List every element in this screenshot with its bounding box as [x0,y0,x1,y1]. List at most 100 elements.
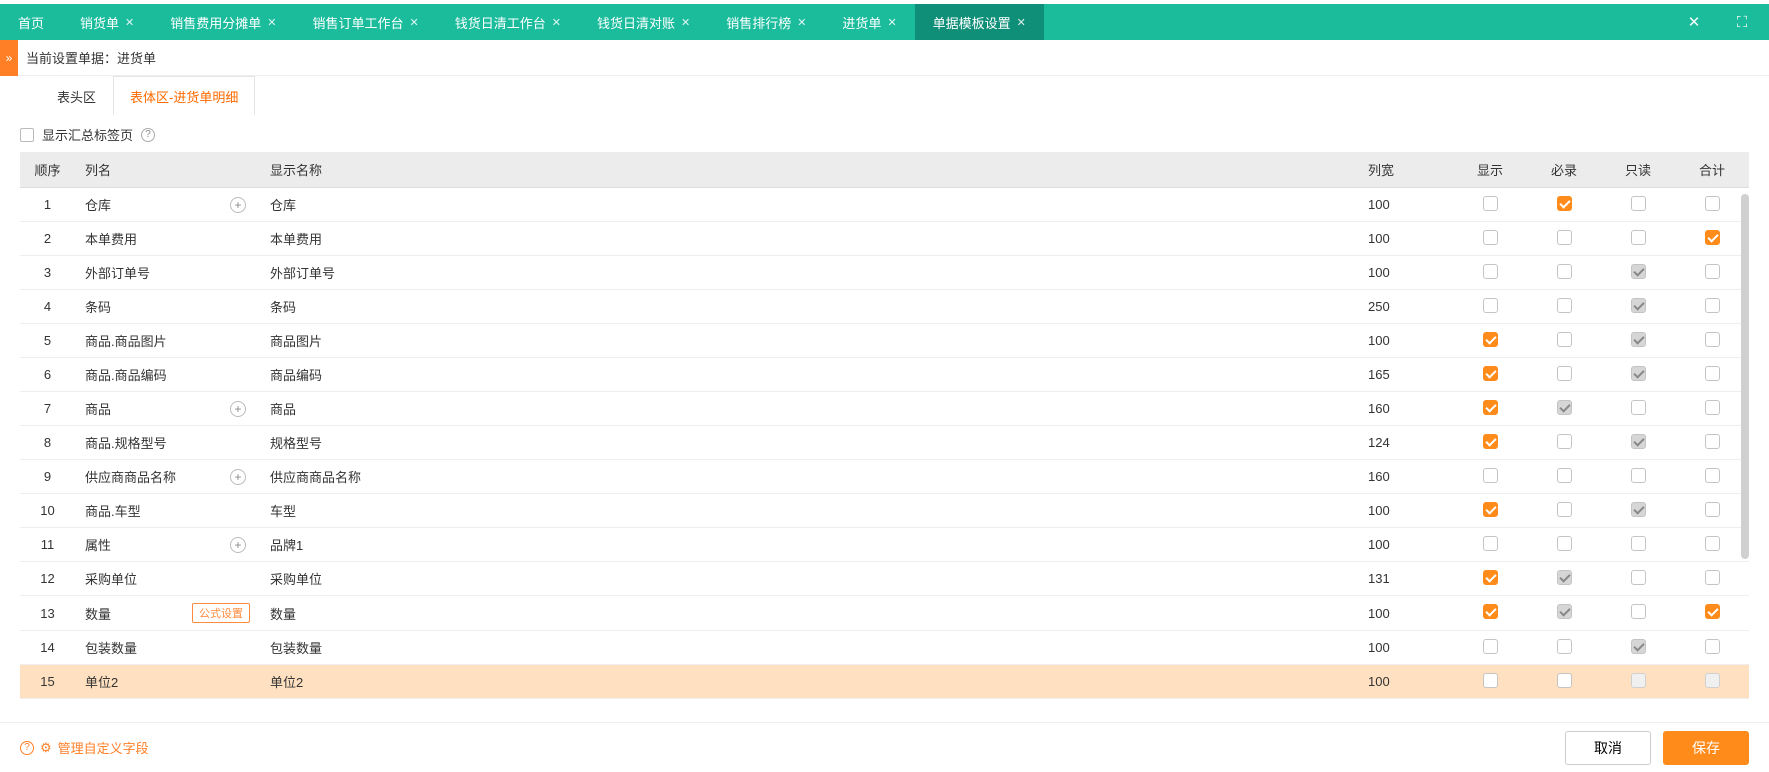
formula-button[interactable]: 公式设置 [192,603,250,623]
tab-销货单[interactable]: 销货单✕ [62,4,152,40]
checkbox[interactable] [1483,332,1498,347]
cell-width[interactable]: 160 [1358,460,1453,494]
checkbox[interactable] [1631,570,1646,585]
cell-width[interactable]: 250 [1358,290,1453,324]
tab-close-icon[interactable]: ✕ [267,16,276,29]
cell-display-name[interactable]: 商品图片 [260,324,1358,358]
cell-width[interactable]: 100 [1358,665,1453,699]
checkbox[interactable] [1705,230,1720,245]
table-row[interactable]: 14包装数量包装数量100 [20,631,1749,665]
cell-display-name[interactable]: 外部订单号 [260,256,1358,290]
cell-width[interactable]: 131 [1358,562,1453,596]
checkbox[interactable] [1705,264,1720,279]
tab-close-icon[interactable]: ✕ [681,16,690,29]
table-row[interactable]: 7商品+商品160 [20,392,1749,426]
cell-width[interactable]: 100 [1358,188,1453,222]
table-row[interactable]: 11属性+品牌1100 [20,528,1749,562]
cell-display-name[interactable]: 供应商商品名称 [260,460,1358,494]
cell-width[interactable]: 100 [1358,494,1453,528]
cell-width[interactable]: 165 [1358,358,1453,392]
cell-display-name[interactable]: 商品编码 [260,358,1358,392]
collapse-toggle-icon[interactable]: » [0,40,18,76]
tab-close-icon[interactable]: ✕ [797,16,806,29]
checkbox[interactable] [1483,570,1498,585]
checkbox[interactable] [1631,604,1646,619]
checkbox[interactable] [1705,468,1720,483]
expand-icon[interactable]: + [230,197,246,213]
tab-close-icon[interactable]: ✕ [552,16,561,29]
checkbox[interactable] [1631,196,1646,211]
cell-display-name[interactable]: 数量 [260,596,1358,631]
cell-display-name[interactable]: 单位2 [260,665,1358,699]
cell-display-name[interactable]: 包装数量 [260,631,1358,665]
cell-display-name[interactable]: 仓库 [260,188,1358,222]
tab-钱货日清对账[interactable]: 钱货日清对账✕ [579,4,708,40]
tab-首页[interactable]: 首页 [0,4,62,40]
checkbox[interactable] [1483,400,1498,415]
checkbox[interactable] [1705,366,1720,381]
checkbox[interactable] [1705,332,1720,347]
cell-display-name[interactable]: 车型 [260,494,1358,528]
checkbox[interactable] [1557,196,1572,211]
help-icon[interactable]: ? [141,128,155,142]
expand-icon[interactable]: + [230,469,246,485]
cell-width[interactable]: 160 [1358,392,1453,426]
checkbox[interactable] [1705,639,1720,654]
cell-width[interactable]: 100 [1358,631,1453,665]
fullscreen-icon[interactable]: ⛶ [1723,4,1761,40]
cell-display-name[interactable]: 商品 [260,392,1358,426]
checkbox[interactable] [1557,639,1572,654]
checkbox[interactable] [1483,366,1498,381]
checkbox[interactable] [1705,570,1720,585]
checkbox[interactable] [1483,230,1498,245]
tab-钱货日清工作台[interactable]: 钱货日清工作台✕ [437,4,579,40]
checkbox[interactable] [1483,468,1498,483]
table-row[interactable]: 1仓库+仓库100 [20,188,1749,222]
cell-width[interactable]: 100 [1358,222,1453,256]
checkbox[interactable] [1705,536,1720,551]
checkbox[interactable] [1557,673,1572,688]
sub-tab[interactable]: 表体区-进货单明细 [113,76,255,115]
table-row[interactable]: 10商品.车型车型100 [20,494,1749,528]
expand-icon[interactable]: + [230,401,246,417]
checkbox[interactable] [1705,434,1720,449]
checkbox[interactable] [1557,434,1572,449]
cell-display-name[interactable]: 条码 [260,290,1358,324]
table-row[interactable]: 15单位2单位2100 [20,665,1749,699]
vertical-scrollbar[interactable] [1741,194,1749,716]
table-row[interactable]: 4条码条码250 [20,290,1749,324]
tab-销售排行榜[interactable]: 销售排行榜✕ [708,4,824,40]
cell-width[interactable]: 100 [1358,528,1453,562]
tab-销售费用分摊单[interactable]: 销售费用分摊单✕ [152,4,294,40]
table-row[interactable]: 5商品.商品图片商品图片100 [20,324,1749,358]
cancel-button[interactable]: 取消 [1565,731,1651,765]
checkbox[interactable] [1557,298,1572,313]
tab-close-icon[interactable]: ✕ [887,16,896,29]
table-row[interactable]: 12采购单位采购单位131 [20,562,1749,596]
cell-width[interactable]: 100 [1358,324,1453,358]
cell-display-name[interactable]: 品牌1 [260,528,1358,562]
table-row[interactable]: 3外部订单号外部订单号100 [20,256,1749,290]
checkbox[interactable] [1631,400,1646,415]
tab-close-icon[interactable]: ✕ [1017,16,1026,29]
checkbox[interactable] [1557,230,1572,245]
table-row[interactable]: 2本单费用本单费用100 [20,222,1749,256]
cell-width[interactable]: 124 [1358,426,1453,460]
tab-close-icon[interactable]: ✕ [410,16,419,29]
table-row[interactable]: 6商品.商品编码商品编码165 [20,358,1749,392]
checkbox[interactable] [1631,468,1646,483]
checkbox[interactable] [1557,536,1572,551]
table-row[interactable]: 13数量公式设置数量100 [20,596,1749,631]
cell-display-name[interactable]: 本单费用 [260,222,1358,256]
checkbox[interactable] [1557,502,1572,517]
tab-close-icon[interactable]: ✕ [125,16,134,29]
expand-icon[interactable]: + [230,537,246,553]
checkbox[interactable] [1705,196,1720,211]
checkbox[interactable] [1483,264,1498,279]
summary-checkbox[interactable] [20,128,34,142]
checkbox[interactable] [1557,332,1572,347]
table-row[interactable]: 8商品.规格型号规格型号124 [20,426,1749,460]
cell-width[interactable]: 100 [1358,596,1453,631]
checkbox[interactable] [1557,468,1572,483]
checkbox[interactable] [1483,298,1498,313]
